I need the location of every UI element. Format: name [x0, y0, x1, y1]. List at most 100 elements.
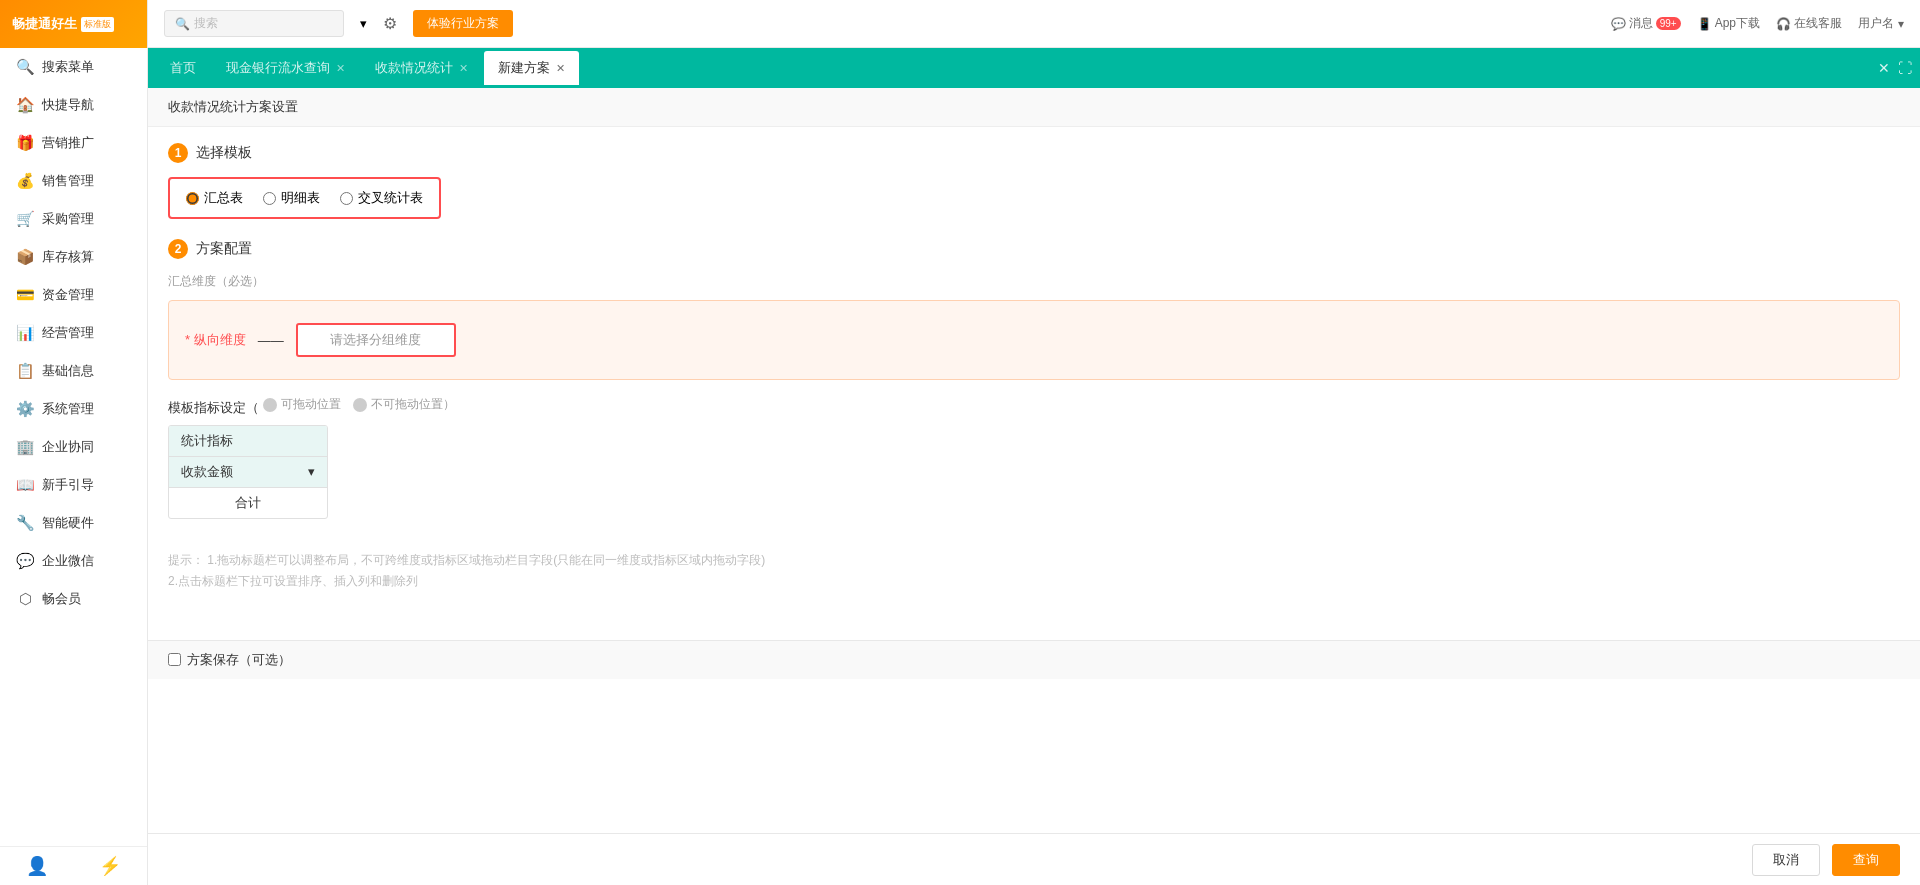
member-icon: ⬡: [16, 590, 34, 608]
radio-summary-label: 汇总表: [204, 189, 243, 207]
col-dropdown-icon: ▾: [308, 464, 315, 479]
user-menu[interactable]: 用户名 ▾: [1858, 15, 1904, 32]
sidebar-item-label: 系统管理: [42, 400, 94, 418]
main-area: 🔍 搜索 ▾ ⚙ 体验行业方案 💬 消息 99+ 📱 App下载 🎧 在线客服 …: [148, 0, 1920, 885]
save-plan-input[interactable]: [168, 653, 181, 666]
tab-close-new-plan[interactable]: ✕: [556, 62, 565, 75]
radio-summary-input[interactable]: [186, 192, 199, 205]
dim-section: 汇总维度（必选） * 纵向维度 —— 请选择分组维度: [168, 273, 1900, 380]
section-num-1: 1: [168, 143, 188, 163]
finance-icon: 💳: [16, 286, 34, 304]
sidebar-item-purchase[interactable]: 🛒采购管理: [0, 200, 147, 238]
sidebar-logo-text: 畅捷通好生: [12, 15, 77, 33]
sidebar-bottom: 👤 ⚡: [0, 846, 147, 885]
industry-btn[interactable]: 体验行业方案: [413, 10, 513, 37]
close-all-icon[interactable]: ✕: [1878, 60, 1890, 76]
sidebar-item-label: 智能硬件: [42, 514, 94, 532]
section-template-label: 选择模板: [196, 144, 252, 162]
sidebar-item-guide[interactable]: 📖新手引导: [0, 466, 147, 504]
sidebar-item-hardware[interactable]: 🔧 智能硬件: [0, 504, 147, 542]
search-icon: 🔍: [175, 17, 190, 31]
content-area: 收款情况统计方案设置 1 选择模板 汇总表: [148, 88, 1920, 833]
quick-nav-icon: 🏠: [16, 96, 34, 114]
operation-icon: 📊: [16, 324, 34, 342]
maximize-icon[interactable]: ⛶: [1898, 60, 1912, 76]
radio-cross[interactable]: 交叉统计表: [340, 189, 423, 207]
tabbar-right: ✕ ⛶: [1878, 60, 1912, 76]
dim-arrow-icon: ——: [258, 333, 284, 348]
sidebar-item-label: 快捷导航: [42, 96, 94, 114]
inventory-icon: 📦: [16, 248, 34, 266]
message-icon: 💬: [1611, 17, 1626, 31]
sidebar-item-system[interactable]: ⚙️系统管理: [0, 390, 147, 428]
topbar-right: 💬 消息 99+ 📱 App下载 🎧 在线客服 用户名 ▾: [1611, 15, 1904, 32]
wechat-icon: 💬: [16, 552, 34, 570]
sidebar-item-label: 库存核算: [42, 248, 94, 266]
radio-cross-label: 交叉统计表: [358, 189, 423, 207]
save-plan-checkbox[interactable]: 方案保存（可选）: [168, 651, 291, 669]
topbar-search-box[interactable]: 🔍 搜索: [164, 10, 344, 37]
tab-receipt-stat[interactable]: 收款情况统计✕: [361, 51, 482, 85]
sidebar-item-marketing[interactable]: 🎁营销推广: [0, 124, 147, 162]
tab-label-bank-flow: 现金银行流水查询: [226, 59, 330, 77]
sidebar-item-finance[interactable]: 💳资金管理: [0, 276, 147, 314]
radio-group-template: 汇总表 明细表 交叉统计表: [186, 189, 423, 207]
radio-summary[interactable]: 汇总表: [186, 189, 243, 207]
sidebar-item-label: 企业微信: [42, 552, 94, 570]
radio-cross-input[interactable]: [340, 192, 353, 205]
dim-placeholder[interactable]: 请选择分组维度: [296, 323, 456, 357]
sidebar-item-inventory[interactable]: 📦 库存核算: [0, 238, 147, 276]
tab-close-bank-flow[interactable]: ✕: [336, 62, 345, 75]
service-icon: 🎧: [1776, 17, 1791, 31]
tab-bank-flow[interactable]: 现金银行流水查询 ✕: [212, 51, 359, 85]
query-button[interactable]: 查询: [1832, 844, 1900, 876]
section-template: 1 选择模板 汇总表 明细表: [168, 143, 1900, 219]
service-btn[interactable]: 🎧 在线客服: [1776, 15, 1842, 32]
tab-home[interactable]: 首页: [156, 51, 210, 85]
sidebar-item-quick-nav[interactable]: 🏠 快捷导航: [0, 86, 147, 124]
message-badge: 99+: [1656, 17, 1681, 30]
sidebar-item-enterprise[interactable]: 🏢 企业协同: [0, 428, 147, 466]
enterprise-icon: 🏢: [16, 438, 34, 456]
tip-2: 2.点击标题栏下拉可设置排序、插入列和删除列: [168, 573, 1900, 590]
tab-label-home: 首页: [170, 59, 196, 77]
sidebar-item-search-menu[interactable]: 🔍搜索菜单: [0, 48, 147, 86]
sidebar-item-operation[interactable]: 📊经营管理: [0, 314, 147, 352]
section-config-title: 2 方案配置: [168, 239, 1900, 259]
sidebar-item-wechat[interactable]: 💬 企业微信: [0, 542, 147, 580]
user-name: 用户名: [1858, 15, 1894, 32]
download-btn[interactable]: 📱 App下载: [1697, 15, 1760, 32]
hardware-icon: 🔧: [16, 514, 34, 532]
sidebar-item-basic-info[interactable]: 📋基础信息: [0, 352, 147, 390]
sidebar-logo-badge: 标准版: [81, 17, 114, 32]
sidebar-item-label: 销售管理: [42, 172, 94, 190]
topbar-dropdown[interactable]: ▾: [360, 16, 367, 31]
sidebar-logo: 畅捷通好生 标准版: [0, 0, 147, 48]
sidebar-item-sales[interactable]: 💰销售管理: [0, 162, 147, 200]
search-menu-icon: 🔍: [16, 58, 34, 76]
save-plan-label: 方案保存（可选）: [187, 651, 291, 669]
gear-icon[interactable]: ⚙: [383, 14, 397, 33]
indicator-col-header[interactable]: 收款金额 ▾: [169, 457, 327, 488]
radio-detail[interactable]: 明细表: [263, 189, 320, 207]
radio-detail-input[interactable]: [263, 192, 276, 205]
sidebar-bottom-icon1[interactable]: 👤: [26, 855, 48, 877]
sidebar: 畅捷通好生 标准版 🔍搜索菜单 🏠 快捷导航 🎁营销推广💰销售管理🛒采购管理 📦 库存核算…: [0, 0, 148, 885]
action-bar: 取消 查询: [148, 833, 1920, 885]
tab-new-plan[interactable]: 新建方案✕: [484, 51, 579, 85]
sidebar-item-member[interactable]: ⬡畅会员: [0, 580, 147, 618]
sidebar-bottom-icon2[interactable]: ⚡: [99, 855, 121, 877]
marketing-icon: 🎁: [16, 134, 34, 152]
cancel-button[interactable]: 取消: [1752, 844, 1820, 876]
sidebar-item-label: 企业协同: [42, 438, 94, 456]
draggable-indicator: [263, 398, 277, 412]
tab-close-receipt-stat[interactable]: ✕: [459, 62, 468, 75]
topbar: 🔍 搜索 ▾ ⚙ 体验行业方案 💬 消息 99+ 📱 App下载 🎧 在线客服 …: [148, 0, 1920, 48]
page-title: 收款情况统计方案设置: [168, 99, 298, 114]
dim-row: * 纵向维度 —— 请选择分组维度: [185, 323, 456, 357]
sidebar-items: 🔍搜索菜单 🏠 快捷导航 🎁营销推广💰销售管理🛒采购管理 📦 库存核算 💳资金管理📊经营管理…: [0, 48, 147, 618]
message-btn[interactable]: 💬 消息 99+: [1611, 15, 1681, 32]
sidebar-item-label: 新手引导: [42, 476, 94, 494]
page-header: 收款情况统计方案设置: [148, 88, 1920, 127]
dim-table-area: * 纵向维度 —— 请选择分组维度: [168, 300, 1900, 380]
